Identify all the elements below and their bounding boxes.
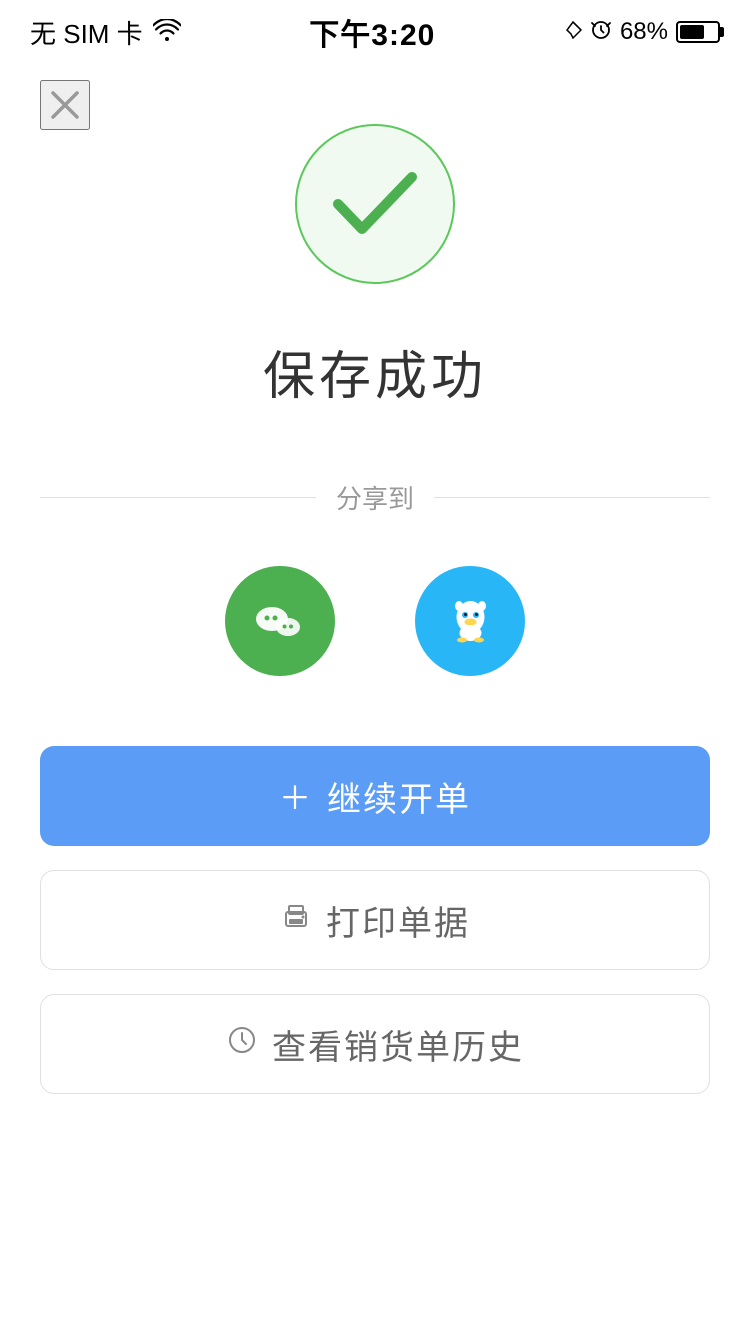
close-icon (47, 87, 83, 123)
status-time: 下午3:20 (309, 10, 435, 54)
battery-label: 68% (620, 18, 668, 46)
no-sim-label: 无 SIM 卡 (30, 14, 143, 51)
success-circle (295, 124, 455, 284)
wechat-icon (248, 589, 313, 654)
action-buttons: ＋ 继续开单 打印单据 查看销货单历史 (0, 746, 750, 1094)
status-bar: 无 SIM 卡 下午3:20 68% (0, 0, 750, 64)
status-left: 无 SIM 卡 (30, 14, 181, 51)
battery-icon (676, 21, 720, 43)
main-content: 保存成功 分享到 (0, 64, 750, 1094)
alarm-icon (590, 18, 612, 47)
location-icon (564, 18, 582, 46)
share-icons (40, 566, 710, 676)
plus-icon: ＋ (279, 773, 313, 819)
history-button[interactable]: 查看销货单历史 (40, 994, 710, 1094)
checkmark-icon (330, 169, 420, 239)
share-label: 分享到 (336, 479, 414, 516)
share-divider: 分享到 (40, 479, 710, 516)
wifi-icon (153, 17, 181, 48)
wechat-share-button[interactable] (225, 566, 335, 676)
close-button[interactable] (40, 80, 90, 130)
clock-icon (226, 1024, 258, 1064)
continue-label: 继续开单 (327, 772, 471, 821)
history-label: 查看销货单历史 (272, 1020, 524, 1069)
continue-button[interactable]: ＋ 继续开单 (40, 746, 710, 846)
status-right: 68% (564, 18, 720, 47)
print-icon (280, 900, 312, 940)
qq-icon (438, 589, 503, 654)
success-title: 保存成功 (263, 334, 487, 409)
share-section: 分享到 (0, 479, 750, 676)
qq-share-button[interactable] (415, 566, 525, 676)
print-label: 打印单据 (326, 896, 470, 945)
print-button[interactable]: 打印单据 (40, 870, 710, 970)
